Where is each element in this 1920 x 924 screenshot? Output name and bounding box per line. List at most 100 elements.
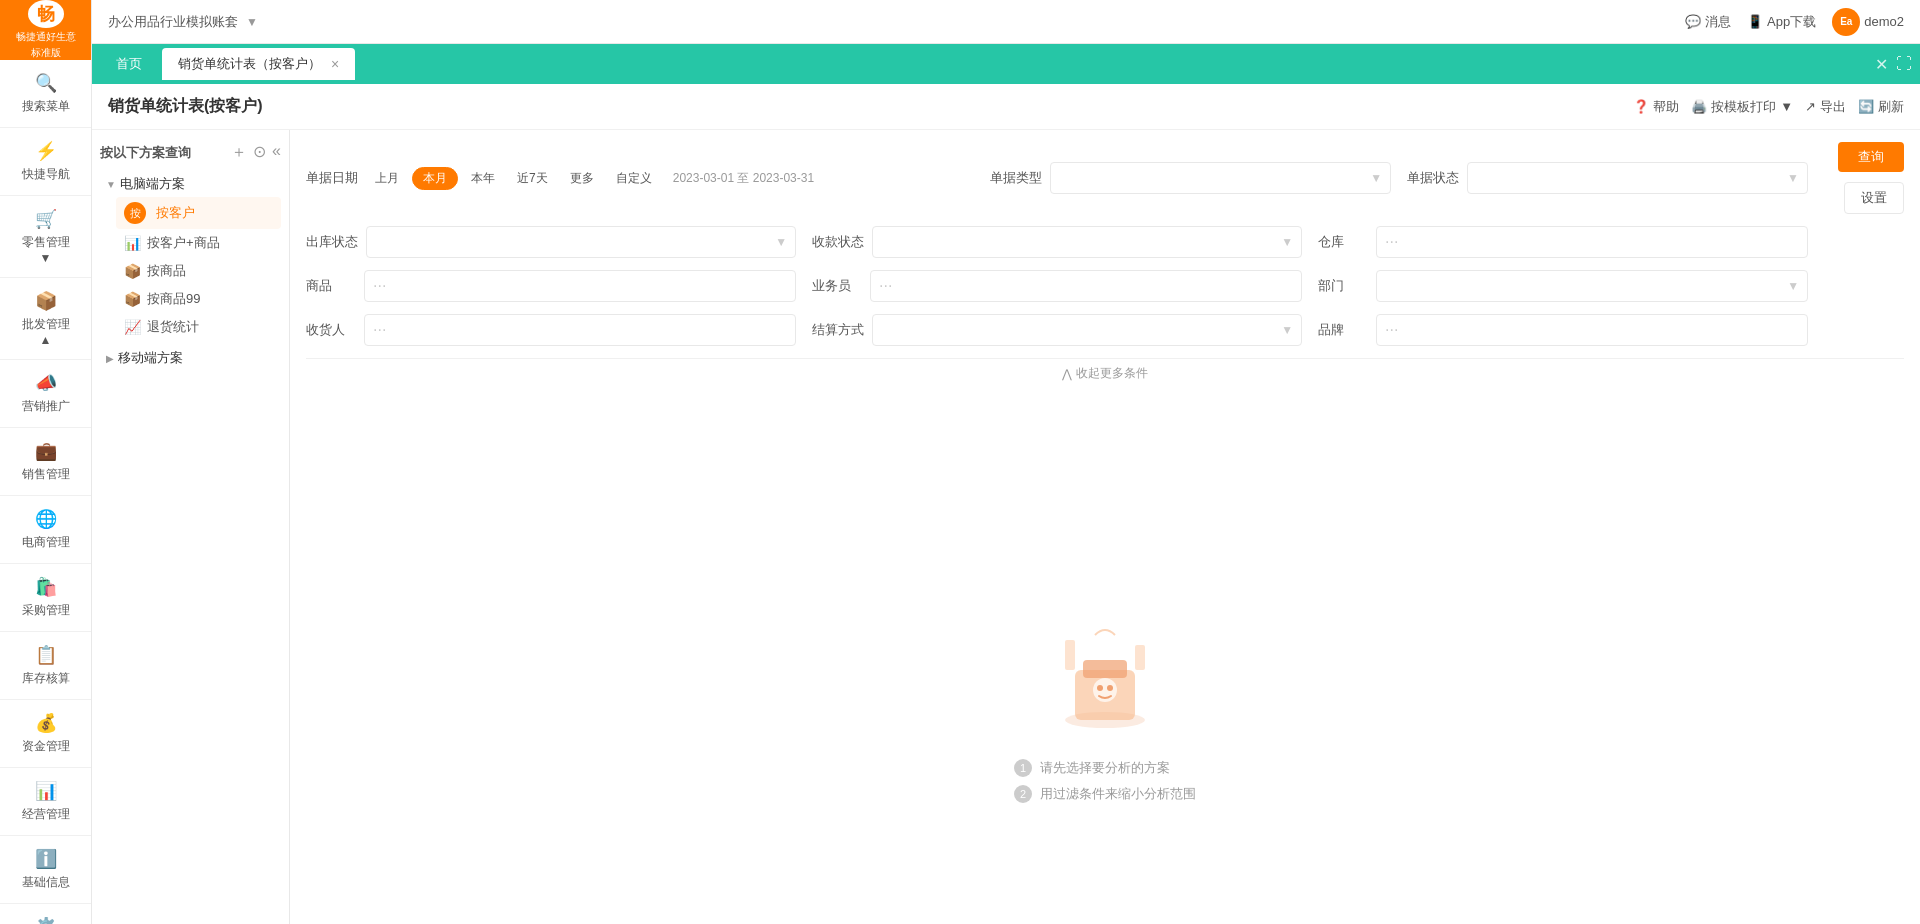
- scheme-item-by-product[interactable]: 📦 按商品: [116, 257, 281, 285]
- out-status-select[interactable]: ▼: [366, 226, 796, 258]
- sidebar-item-purchase-label: 采购管理: [4, 602, 88, 619]
- window-maximize-icon[interactable]: ⛶: [1896, 55, 1912, 73]
- department-select[interactable]: ▼: [1376, 270, 1808, 302]
- date-btn-this-month[interactable]: 本月: [412, 167, 458, 190]
- sidebar-item-marketing[interactable]: 📣 营销推广: [0, 360, 92, 428]
- settings-button[interactable]: 设置: [1844, 182, 1904, 214]
- tab-sales-stats-label: 销货单统计表（按客户）: [178, 55, 321, 73]
- sidebar-item-quick-nav[interactable]: ⚡ 快捷导航: [0, 128, 92, 196]
- page-title: 销货单统计表(按客户): [108, 96, 263, 117]
- sidebar-item-purchase[interactable]: 🛍️ 采购管理: [0, 564, 92, 632]
- product-99-icon: 📦: [124, 291, 141, 307]
- tip-text-2: 用过滤条件来缩小分析范围: [1040, 785, 1196, 803]
- desktop-group-header[interactable]: ▼ 电脑端方案: [100, 171, 281, 197]
- message-label: 消息: [1705, 13, 1731, 31]
- collapse-bar[interactable]: ⋀ 收起更多条件: [306, 358, 1904, 388]
- sidebar-item-finance[interactable]: 💰 资金管理: [0, 700, 92, 768]
- sidebar-item-sales[interactable]: 💼 销售管理: [0, 428, 92, 496]
- tab-close-icon[interactable]: ×: [331, 56, 339, 72]
- scheme-item-by-customer[interactable]: 按 按客户: [116, 197, 281, 229]
- salesperson-dots: ···: [879, 277, 892, 295]
- sidebar: 畅 畅捷通好生意 标准版 🔍 搜索菜单 ⚡ 快捷导航 🛒 零售管理 ▼ 📦 批发…: [0, 0, 92, 924]
- export-button[interactable]: ↗ 导出: [1805, 98, 1846, 116]
- scheme-panel: 按以下方案查询 ＋ ⊙ « ▼ 电脑端方案: [92, 130, 290, 924]
- export-icon: ↗: [1805, 99, 1816, 114]
- marketing-icon: 📣: [4, 372, 88, 394]
- avatar: Ea: [1832, 8, 1860, 36]
- page-actions: ❓ 帮助 🖨️ 按模板打印 ▼ ↗ 导出 🔄 刷新: [1633, 98, 1904, 116]
- salesperson-select[interactable]: ···: [870, 270, 1302, 302]
- date-btn-last-month[interactable]: 上月: [366, 167, 408, 190]
- sidebar-item-basic-info-label: 基础信息: [4, 874, 88, 891]
- scheme-header-title: 按以下方案查询: [100, 144, 191, 162]
- empty-tips: 1 请先选择要分析的方案 2 用过滤条件来缩小分析范围: [1014, 759, 1196, 803]
- collapse-scheme-icon[interactable]: «: [272, 142, 281, 163]
- sidebar-item-search[interactable]: 🔍 搜索菜单: [0, 60, 92, 128]
- empty-tip-2: 2 用过滤条件来缩小分析范围: [1014, 785, 1196, 803]
- scheme-item-by-product-99[interactable]: 📦 按商品99: [116, 285, 281, 313]
- query-button[interactable]: 查询: [1838, 142, 1904, 172]
- collect-status-label: 收款状态: [812, 233, 864, 251]
- svg-point-4: [1097, 685, 1103, 691]
- warehouse-select[interactable]: ···: [1376, 226, 1808, 258]
- header-dropdown-arrow[interactable]: ▼: [246, 15, 258, 29]
- message-icon: 💬: [1685, 14, 1701, 29]
- tab-maximize-area: ✕ ⛶: [1875, 55, 1912, 74]
- sidebar-item-operations[interactable]: 📊 经营管理: [0, 768, 92, 836]
- return-stats-icon: 📈: [124, 319, 141, 335]
- print-icon: 🖨️: [1691, 99, 1707, 114]
- brand-dots: ···: [1385, 321, 1398, 339]
- user-info[interactable]: Ea demo2: [1832, 8, 1904, 36]
- tab-home[interactable]: 首页: [100, 48, 158, 80]
- purchase-icon: 🛍️: [4, 576, 88, 598]
- scheme-item-by-customer-product[interactable]: 📊 按客户+商品: [116, 229, 281, 257]
- help-button[interactable]: ❓ 帮助: [1633, 98, 1679, 116]
- consignee-dots: ···: [373, 321, 386, 339]
- sidebar-item-basic-info[interactable]: ℹ️ 基础信息: [0, 836, 92, 904]
- tip-num-1: 1: [1014, 759, 1032, 777]
- window-close-icon[interactable]: ✕: [1875, 55, 1888, 74]
- add-scheme-icon[interactable]: ＋: [231, 142, 247, 163]
- consignee-select[interactable]: ···: [364, 314, 796, 346]
- mobile-group-header[interactable]: ▶ 移动端方案: [100, 345, 281, 371]
- top-header: 办公用品行业模拟账套 ▼ 💬 消息 📱 App下载 Ea demo2: [92, 0, 1920, 44]
- date-btn-custom[interactable]: 自定义: [607, 167, 661, 190]
- collect-status-select[interactable]: ▼: [872, 226, 1302, 258]
- product-select[interactable]: ···: [364, 270, 796, 302]
- scheme-item-return-stats[interactable]: 📈 退货统计: [116, 313, 281, 341]
- date-btn-last-7-days[interactable]: 近7天: [508, 167, 557, 190]
- sidebar-item-system[interactable]: ⚙️ 系统管理: [0, 904, 92, 924]
- svg-rect-7: [1135, 645, 1145, 670]
- logo[interactable]: 畅 畅捷通好生意 标准版: [0, 0, 92, 60]
- doc-type-label: 单据类型: [990, 169, 1042, 187]
- tab-sales-stats[interactable]: 销货单统计表（按客户） ×: [162, 48, 355, 80]
- sidebar-item-ecommerce-label: 电商管理: [4, 534, 88, 551]
- template-print-button[interactable]: 🖨️ 按模板打印 ▼: [1691, 98, 1793, 116]
- doc-status-select[interactable]: ▼: [1467, 162, 1808, 194]
- wholesale-icon: 📦: [4, 290, 88, 312]
- logo-subtitle: 标准版: [31, 46, 61, 60]
- date-btn-this-year[interactable]: 本年: [462, 167, 504, 190]
- date-buttons: 上月 本月 本年 近7天 更多 自定义 2023-03-01 至 2023-03…: [366, 167, 814, 190]
- brand-select[interactable]: ···: [1376, 314, 1808, 346]
- customer-product-icon: 📊: [124, 235, 141, 251]
- sidebar-item-ecommerce[interactable]: 🌐 电商管理: [0, 496, 92, 564]
- app-download-button[interactable]: 📱 App下载: [1747, 13, 1816, 31]
- message-button[interactable]: 💬 消息: [1685, 13, 1731, 31]
- settings-scheme-icon[interactable]: ⊙: [253, 142, 266, 163]
- collapse-up-icon: ⋀: [1062, 367, 1072, 381]
- department-arrow: ▼: [1787, 279, 1799, 293]
- payment-method-select[interactable]: ▼: [872, 314, 1302, 346]
- empty-state: 1 请先选择要分析的方案 2 用过滤条件来缩小分析范围: [290, 499, 1920, 924]
- sidebar-item-retail[interactable]: 🛒 零售管理 ▼: [0, 196, 92, 278]
- scheme-item-by-product-99-label: 按商品99: [147, 290, 200, 308]
- sidebar-item-wholesale[interactable]: 📦 批发管理 ▲: [0, 278, 92, 360]
- filter-consignee: 收货人 ···: [306, 314, 796, 346]
- collapse-label: 收起更多条件: [1076, 365, 1148, 382]
- sidebar-item-inventory[interactable]: 📋 库存核算: [0, 632, 92, 700]
- refresh-button[interactable]: 🔄 刷新: [1858, 98, 1904, 116]
- doc-type-select[interactable]: ▼: [1050, 162, 1391, 194]
- filter-warehouse: 仓库 ···: [1318, 226, 1808, 258]
- date-btn-more[interactable]: 更多: [561, 167, 603, 190]
- sales-icon: 💼: [4, 440, 88, 462]
